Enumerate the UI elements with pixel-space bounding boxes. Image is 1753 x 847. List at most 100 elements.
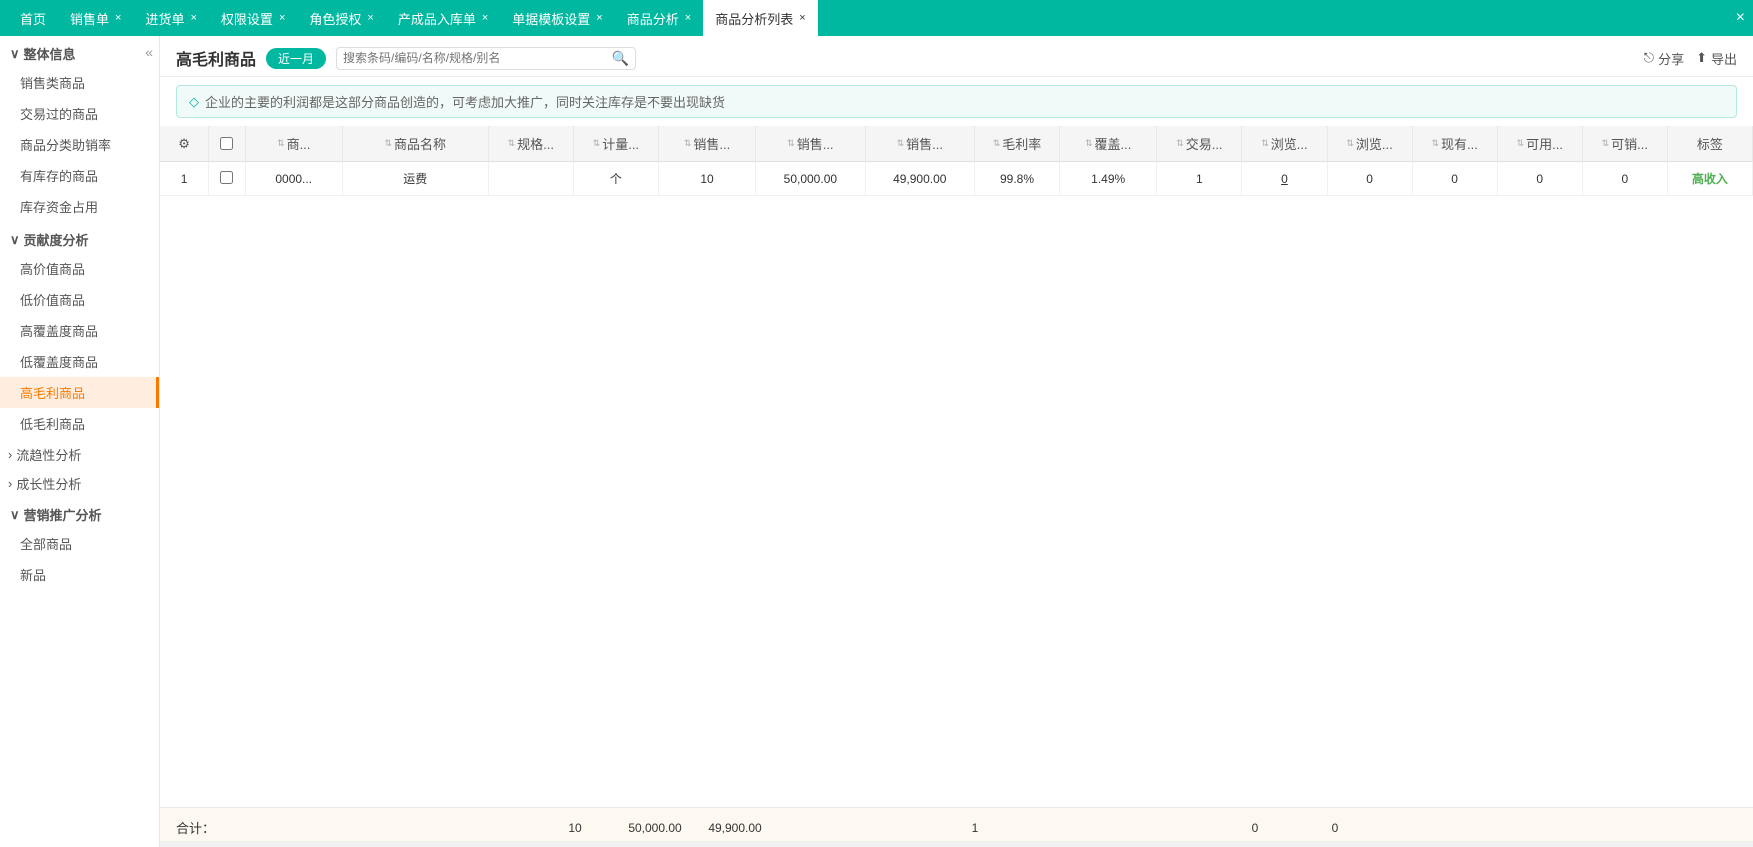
cell-sellable-stock: 0 xyxy=(1582,162,1667,196)
col-browse2-header[interactable]: ⇅ 浏览... xyxy=(1327,126,1412,162)
col-sales-cost-header[interactable]: ⇅ 销售... xyxy=(865,126,974,162)
select-all-checkbox[interactable] xyxy=(220,137,233,150)
sidebar: « ∨ 整体信息 销售类商品 交易过的商品 商品分类助销率 有库存的商品 库存资… xyxy=(0,36,160,847)
footer-sales-cost: 49,900.00 xyxy=(695,821,775,835)
col-coverage-header[interactable]: ⇅ 覆盖... xyxy=(1060,126,1157,162)
nav-tab-purchase-close[interactable]: × xyxy=(190,12,196,24)
nav-tab-sales-close[interactable]: × xyxy=(115,12,121,24)
cell-sales-qty: 10 xyxy=(658,162,755,196)
sidebar-collapse-button[interactable]: « xyxy=(145,44,153,60)
nav-tab-goods-list[interactable]: 商品分析列表 × xyxy=(703,0,817,36)
close-all-tabs[interactable]: × xyxy=(1736,9,1745,27)
sort-icon-avail: ⇅ xyxy=(1517,138,1525,149)
sidebar-group-marketing[interactable]: ∨ 营销推广分析 xyxy=(0,497,159,528)
footer-sales-amount: 50,000.00 xyxy=(615,821,695,835)
nav-tab-role[interactable]: 角色授权 × xyxy=(297,0,385,36)
col-browse2-label: 浏览... xyxy=(1356,134,1393,153)
sidebar-item-high-value[interactable]: 高价值商品 xyxy=(0,253,159,284)
cell-trade: 1 xyxy=(1157,162,1242,196)
cell-browse1[interactable]: 0 xyxy=(1242,162,1327,196)
nav-tab-finished-close[interactable]: × xyxy=(482,12,488,24)
nav-tab-purchase[interactable]: 进货单 × xyxy=(133,0,208,36)
col-code-header[interactable]: ⇅ 商... xyxy=(245,126,342,162)
col-sellable-stock-label: 可销... xyxy=(1611,134,1648,153)
footer-scrollbar[interactable] xyxy=(160,841,1753,847)
sidebar-item-new-goods-label: 新品 xyxy=(20,568,46,583)
nav-tab-permission-close[interactable]: × xyxy=(279,12,285,24)
nav-tab-goods-list-close[interactable]: × xyxy=(799,12,805,24)
nav-tab-finished[interactable]: 产成品入库单 × xyxy=(386,0,500,36)
sidebar-group-contribution[interactable]: ∨ 贡献度分析 xyxy=(0,222,159,253)
sidebar-group-growth[interactable]: › 成长性分析 xyxy=(0,468,159,497)
sidebar-item-all-goods[interactable]: 全部商品 xyxy=(0,528,159,559)
nav-tab-goods-list-label: 商品分析列表 xyxy=(715,9,793,28)
main-layout: « ∨ 整体信息 销售类商品 交易过的商品 商品分类助销率 有库存的商品 库存资… xyxy=(0,36,1753,847)
col-trade-header[interactable]: ⇅ 交易... xyxy=(1157,126,1242,162)
col-sales-qty-label: 销售... xyxy=(693,134,730,153)
sidebar-item-low-value[interactable]: 低价值商品 xyxy=(0,284,159,315)
col-margin-header[interactable]: ⇅ 毛利率 xyxy=(974,126,1059,162)
nav-tab-template-close[interactable]: × xyxy=(596,12,602,24)
share-icon: ⎋ xyxy=(1644,50,1654,66)
col-tag-header[interactable]: 标签 xyxy=(1667,126,1752,162)
table-row: 1 0000... 运费 个 10 50,000.00 49,900.00 99… xyxy=(160,162,1753,196)
sort-icon-coverage: ⇅ xyxy=(1085,138,1093,149)
nav-tab-purchase-label: 进货单 xyxy=(145,9,184,28)
share-button[interactable]: ⎋ 分享 xyxy=(1644,49,1684,68)
cell-tag: 高收入 xyxy=(1667,162,1752,196)
nav-tab-permission[interactable]: 权限设置 × xyxy=(209,0,297,36)
sidebar-item-traded-goods[interactable]: 交易过的商品 xyxy=(0,98,159,129)
row-checkbox[interactable] xyxy=(220,171,233,184)
col-name-header[interactable]: ⇅ 商品名称 xyxy=(342,126,488,162)
col-sellable-stock-header[interactable]: ⇅ 可销... xyxy=(1582,126,1667,162)
col-browse1-header[interactable]: ⇅ 浏览... xyxy=(1242,126,1327,162)
search-input[interactable] xyxy=(343,51,608,65)
top-nav: 首页 销售单 × 进货单 × 权限设置 × 角色授权 × 产成品入库单 × 单据… xyxy=(0,0,1753,36)
col-sales-amount-header[interactable]: ⇅ 销售... xyxy=(756,126,865,162)
col-available-stock-header[interactable]: ⇅ 可用... xyxy=(1497,126,1582,162)
col-current-stock-label: 现有... xyxy=(1441,134,1478,153)
sidebar-item-category-rate[interactable]: 商品分类助销率 xyxy=(0,129,159,160)
footer-trade: 1 xyxy=(935,821,1015,835)
sidebar-item-sales-goods[interactable]: 销售类商品 xyxy=(0,67,159,98)
col-index: ⚙ xyxy=(160,126,209,162)
sidebar-group-marketing-chevron: ∨ xyxy=(10,507,20,523)
nav-tab-home[interactable]: 首页 xyxy=(8,0,58,36)
footer-bar: 合计： 10 50,000.00 49,900.00 1 0 0 xyxy=(160,807,1753,847)
col-unit-header[interactable]: ⇅ 计量... xyxy=(573,126,658,162)
sidebar-item-high-coverage[interactable]: 高覆盖度商品 xyxy=(0,315,159,346)
col-trade-label: 交易... xyxy=(1186,134,1223,153)
sidebar-group-trend[interactable]: › 流趋性分析 xyxy=(0,439,159,468)
col-current-stock-header[interactable]: ⇅ 现有... xyxy=(1412,126,1497,162)
col-sales-qty-header[interactable]: ⇅ 销售... xyxy=(658,126,755,162)
sidebar-item-low-margin[interactable]: 低毛利商品 xyxy=(0,408,159,439)
cell-unit: 个 xyxy=(573,162,658,196)
search-icon[interactable]: 🔍 xyxy=(612,50,629,67)
col-spec-header[interactable]: ⇅ 规格... xyxy=(488,126,573,162)
cell-browse2: 0 xyxy=(1327,162,1412,196)
nav-tab-goods-analysis[interactable]: 商品分析 × xyxy=(615,0,703,36)
info-text: 企业的主要的利润都是这部分商品创造的，可考虑加大推广，同时关注库存是不要出现缺货 xyxy=(205,92,725,111)
col-available-stock-label: 可用... xyxy=(1526,134,1563,153)
nav-tab-role-close[interactable]: × xyxy=(367,12,373,24)
nav-tab-sales[interactable]: 销售单 × xyxy=(58,0,133,36)
nav-tab-goods-analysis-close[interactable]: × xyxy=(685,12,691,24)
content-header: 高毛利商品 近一月 🔍 ⎋ 分享 ⬆ 导出 xyxy=(160,36,1753,77)
sidebar-item-in-stock[interactable]: 有库存的商品 xyxy=(0,160,159,191)
export-button[interactable]: ⬆ 导出 xyxy=(1696,49,1737,68)
sort-icon-scost: ⇅ xyxy=(897,138,905,149)
sidebar-item-high-margin[interactable]: 高毛利商品 xyxy=(0,377,159,408)
sort-icon-margin: ⇅ xyxy=(993,138,1001,149)
sidebar-item-low-coverage[interactable]: 低覆盖度商品 xyxy=(0,346,159,377)
cell-gross-margin: 99.8% xyxy=(974,162,1059,196)
nav-tab-permission-label: 权限设置 xyxy=(221,9,273,28)
sidebar-item-new-goods[interactable]: 新品 xyxy=(0,559,159,590)
export-label: 导出 xyxy=(1711,49,1737,68)
nav-tab-template[interactable]: 单据模板设置 × xyxy=(500,0,614,36)
col-sales-cost-label: 销售... xyxy=(906,134,943,153)
sidebar-item-capital[interactable]: 库存资金占用 xyxy=(0,191,159,222)
sort-icon-browse2: ⇅ xyxy=(1346,138,1354,149)
filter-recent-month-button[interactable]: 近一月 xyxy=(266,48,326,69)
settings-icon[interactable]: ⚙ xyxy=(178,136,190,152)
sidebar-group-overview[interactable]: ∨ 整体信息 xyxy=(0,36,159,67)
